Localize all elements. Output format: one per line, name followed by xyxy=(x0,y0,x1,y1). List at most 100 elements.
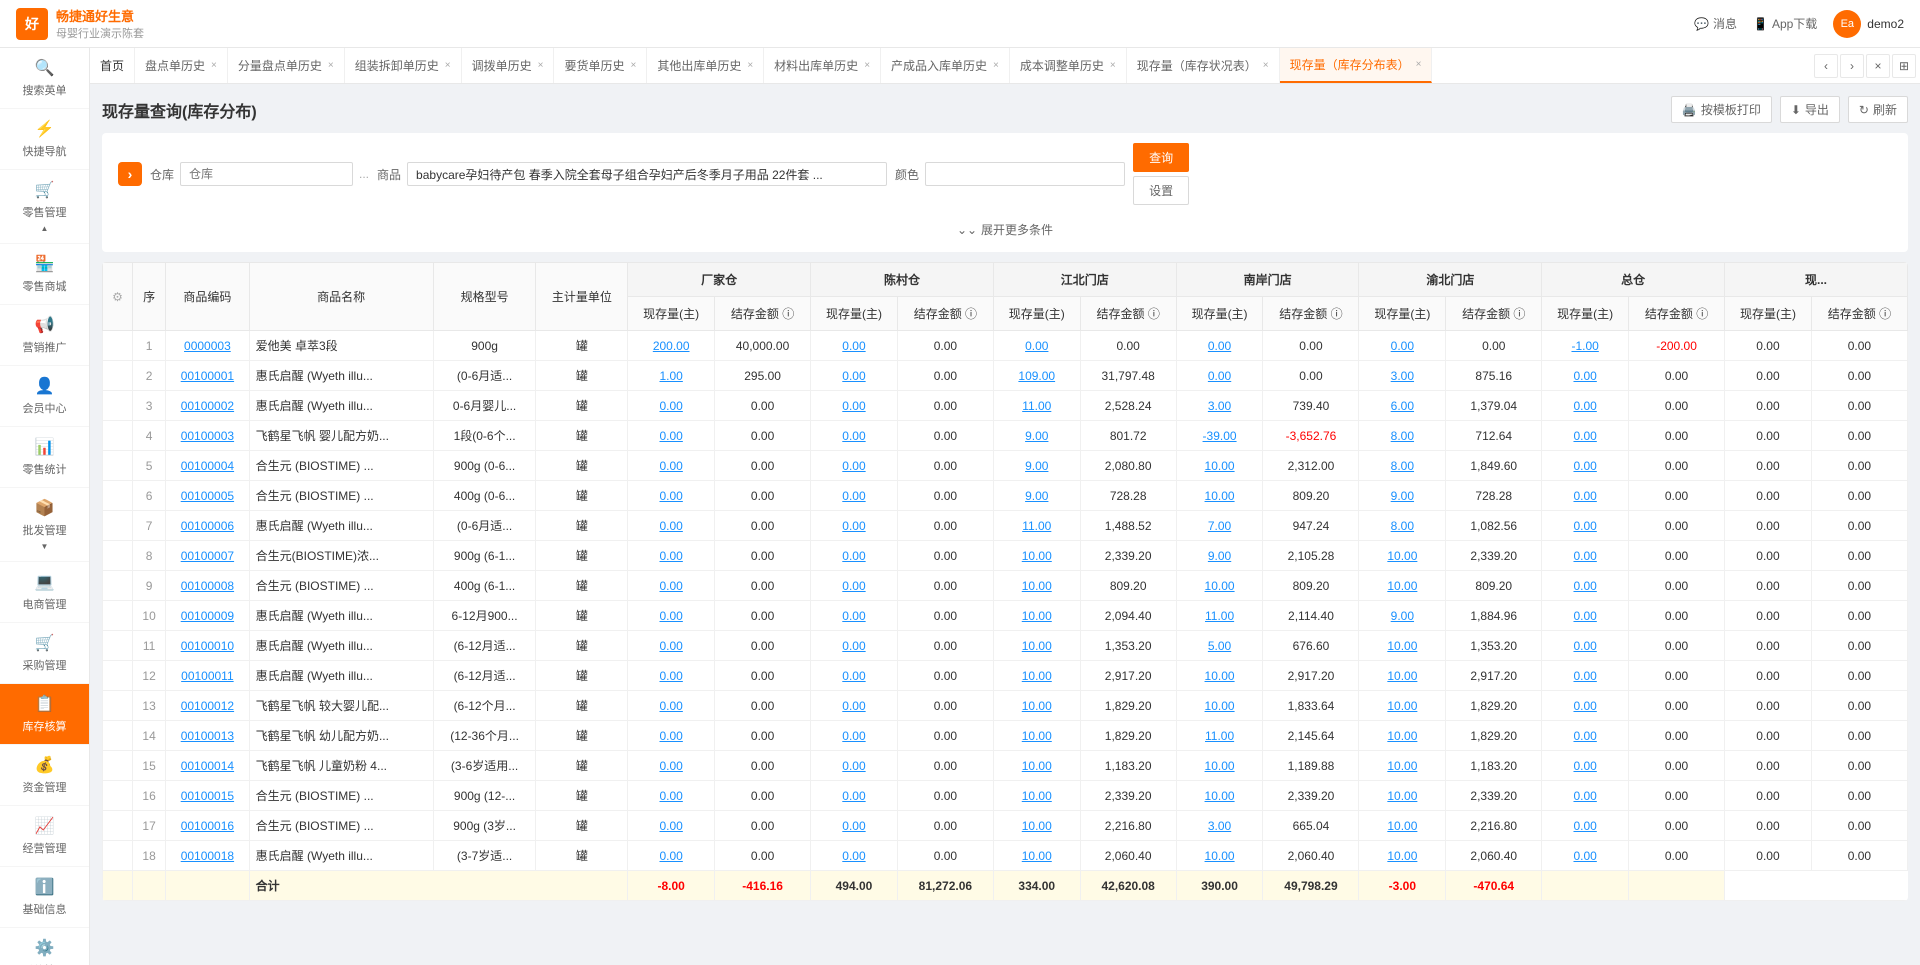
table-cell[interactable]: 3.00 xyxy=(1359,361,1446,391)
print-btn[interactable]: 🖨️ 按模板打印 xyxy=(1671,96,1772,123)
sidebar-item-nav[interactable]: ⚡ 快捷导航 xyxy=(0,109,89,170)
table-cell[interactable]: 00100005 xyxy=(166,481,250,511)
table-cell[interactable]: 0.00 xyxy=(628,691,715,721)
sidebar-item-member[interactable]: 👤 会员中心 xyxy=(0,366,89,427)
table-cell[interactable]: 00100007 xyxy=(166,541,250,571)
table-cell[interactable]: 0.00 xyxy=(1542,721,1629,751)
table-cell[interactable]: 0.00 xyxy=(1542,361,1629,391)
table-cell[interactable]: 0.00 xyxy=(628,451,715,481)
tab-material-out[interactable]: 材料出库单历史 × xyxy=(764,48,881,83)
table-cell[interactable]: 11.00 xyxy=(993,391,1080,421)
table-cell[interactable]: 0.00 xyxy=(811,571,898,601)
table-cell[interactable]: 9.00 xyxy=(993,421,1080,451)
tab-expand-btn[interactable]: ⊞ xyxy=(1892,54,1916,78)
sidebar-item-finance[interactable]: 💰 资金管理 xyxy=(0,745,89,806)
table-cell[interactable]: 00100006 xyxy=(166,511,250,541)
table-cell[interactable]: 0.00 xyxy=(1542,451,1629,481)
table-cell[interactable]: 3.00 xyxy=(1176,391,1263,421)
sidebar-item-stats[interactable]: 📊 零售统计 xyxy=(0,427,89,488)
sidebar-item-ops[interactable]: 📈 经营管理 xyxy=(0,806,89,867)
table-cell[interactable]: 10.00 xyxy=(993,571,1080,601)
table-cell[interactable]: 10.00 xyxy=(993,721,1080,751)
table-cell[interactable]: 0.00 xyxy=(811,601,898,631)
sidebar-item-system[interactable]: ⚙️ 系统管理 xyxy=(0,928,89,965)
table-cell[interactable]: 10.00 xyxy=(1176,571,1263,601)
table-cell[interactable]: 10.00 xyxy=(1359,541,1446,571)
table-cell[interactable]: 0.00 xyxy=(628,841,715,871)
tab-close-icon[interactable]: × xyxy=(747,60,753,71)
table-cell[interactable]: 10.00 xyxy=(1176,751,1263,781)
table-cell[interactable]: 0.00 xyxy=(811,421,898,451)
table-cell[interactable]: 0.00 xyxy=(1542,781,1629,811)
tab-close-icon[interactable]: × xyxy=(993,60,999,71)
table-cell[interactable]: 0.00 xyxy=(628,391,715,421)
table-cell[interactable]: 0.00 xyxy=(628,751,715,781)
table-cell[interactable]: 10.00 xyxy=(993,811,1080,841)
table-cell[interactable]: 5.00 xyxy=(1176,631,1263,661)
tab-transfer[interactable]: 调拨单历史 × xyxy=(462,48,555,83)
table-cell[interactable]: 9.00 xyxy=(993,451,1080,481)
table-cell[interactable]: 10.00 xyxy=(993,751,1080,781)
setting-btn[interactable]: 设置 xyxy=(1133,176,1189,205)
table-cell[interactable]: 0.00 xyxy=(811,751,898,781)
table-cell[interactable]: 0.00 xyxy=(1176,331,1263,361)
table-cell[interactable]: 0.00 xyxy=(1542,421,1629,451)
tab-home[interactable]: 首页 xyxy=(90,48,135,83)
tab-close-icon[interactable]: × xyxy=(630,60,636,71)
table-cell[interactable]: 0.00 xyxy=(628,421,715,451)
gear-icon[interactable]: ⚙ xyxy=(112,290,123,304)
export-btn[interactable]: ⬇ 导出 xyxy=(1780,96,1840,123)
tab-prev-btn[interactable]: ‹ xyxy=(1814,54,1838,78)
color-input[interactable] xyxy=(925,162,1125,186)
table-cell[interactable]: 0.00 xyxy=(811,841,898,871)
sidebar-item-search[interactable]: 🔍 搜索英单 xyxy=(0,48,89,109)
table-cell[interactable]: 0.00 xyxy=(1542,391,1629,421)
table-cell[interactable]: 10.00 xyxy=(1176,451,1263,481)
table-cell[interactable]: 00100011 xyxy=(166,661,250,691)
messages-btn[interactable]: 💬 消息 xyxy=(1694,15,1737,32)
table-cell[interactable]: 0.00 xyxy=(628,631,715,661)
table-cell[interactable]: 9.00 xyxy=(1176,541,1263,571)
table-cell[interactable]: 9.00 xyxy=(1359,601,1446,631)
table-cell[interactable]: 10.00 xyxy=(993,781,1080,811)
tab-assembly[interactable]: 组装拆卸单历史 × xyxy=(345,48,462,83)
table-cell[interactable]: 0.00 xyxy=(811,631,898,661)
table-cell[interactable]: 0000003 xyxy=(166,331,250,361)
table-cell[interactable]: 0.00 xyxy=(628,541,715,571)
table-cell[interactable]: 10.00 xyxy=(993,541,1080,571)
table-cell[interactable]: 11.00 xyxy=(993,511,1080,541)
table-cell[interactable]: 0.00 xyxy=(811,451,898,481)
table-cell[interactable]: 0.00 xyxy=(811,691,898,721)
query-btn[interactable]: 查询 xyxy=(1133,143,1189,172)
table-cell[interactable]: 00100016 xyxy=(166,811,250,841)
table-cell[interactable]: 10.00 xyxy=(1176,841,1263,871)
table-cell[interactable]: -1.00 xyxy=(1542,331,1629,361)
table-cell[interactable]: 0.00 xyxy=(628,721,715,751)
table-cell[interactable]: 10.00 xyxy=(1359,571,1446,601)
table-cell[interactable]: 0.00 xyxy=(811,721,898,751)
sidebar-item-ecom[interactable]: 💻 电商管理 xyxy=(0,562,89,623)
tab-stock-status[interactable]: 现存量（库存状况表） × xyxy=(1127,48,1280,83)
table-cell[interactable]: 10.00 xyxy=(1176,781,1263,811)
table-cell[interactable]: 0.00 xyxy=(628,811,715,841)
table-cell[interactable]: 11.00 xyxy=(1176,721,1263,751)
table-cell[interactable]: 0.00 xyxy=(811,391,898,421)
table-cell[interactable]: 10.00 xyxy=(993,631,1080,661)
table-cell[interactable]: 10.00 xyxy=(1176,481,1263,511)
tab-stock-dist[interactable]: 现存量（库存分布表） × xyxy=(1280,48,1433,83)
table-cell[interactable]: 0.00 xyxy=(1542,661,1629,691)
table-cell[interactable]: 8.00 xyxy=(1359,511,1446,541)
table-cell[interactable]: 7.00 xyxy=(1176,511,1263,541)
tab-partial-count[interactable]: 分量盘点单历史 × xyxy=(228,48,345,83)
table-cell[interactable]: 0.00 xyxy=(628,481,715,511)
table-cell[interactable]: 10.00 xyxy=(993,661,1080,691)
table-cell[interactable]: 0.00 xyxy=(1542,571,1629,601)
table-cell[interactable]: 10.00 xyxy=(993,841,1080,871)
sidebar-item-marketing[interactable]: 📢 营销推广 xyxy=(0,305,89,366)
table-cell[interactable]: 11.00 xyxy=(1176,601,1263,631)
table-cell[interactable]: 8.00 xyxy=(1359,451,1446,481)
table-cell[interactable]: 0.00 xyxy=(1542,481,1629,511)
goods-input[interactable] xyxy=(407,162,887,186)
table-cell[interactable]: 00100014 xyxy=(166,751,250,781)
table-cell[interactable]: 0.00 xyxy=(1542,691,1629,721)
